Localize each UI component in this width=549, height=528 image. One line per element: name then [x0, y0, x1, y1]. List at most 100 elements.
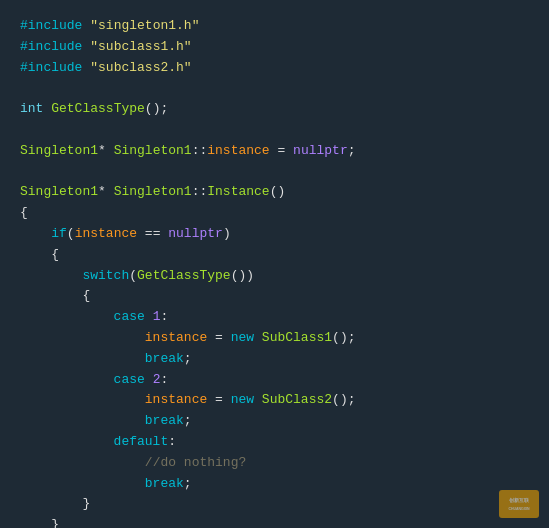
code-line: case 1:	[20, 307, 529, 328]
code-token: #include	[20, 58, 82, 79]
code-token: Singleton1	[20, 141, 98, 162]
code-line: default:	[20, 432, 529, 453]
svg-text:创新互联: 创新互联	[508, 497, 530, 503]
code-token: break	[20, 349, 184, 370]
code-token	[145, 307, 153, 328]
code-token	[145, 370, 153, 391]
code-token: //do nothing?	[145, 453, 246, 474]
code-token: =	[270, 141, 293, 162]
code-line: break;	[20, 349, 529, 370]
code-token: Singleton1	[114, 141, 192, 162]
code-token: ;	[184, 411, 192, 432]
code-token: ();	[332, 390, 355, 411]
code-line: //do nothing?	[20, 453, 529, 474]
code-token: #include	[20, 37, 82, 58]
code-token: instance	[20, 390, 207, 411]
code-block: #include "singleton1.h"#include "subclas…	[20, 16, 529, 528]
code-token	[82, 58, 90, 79]
code-line: }	[20, 494, 529, 515]
code-token: ();	[145, 99, 168, 120]
code-token: break	[20, 474, 184, 495]
code-token: Singleton1	[20, 182, 98, 203]
code-token: instance	[75, 224, 137, 245]
code-editor: #include "singleton1.h"#include "subclas…	[0, 0, 549, 528]
code-line: }	[20, 515, 529, 528]
code-line: break;	[20, 474, 529, 495]
code-token	[20, 453, 145, 474]
code-line	[20, 120, 529, 141]
watermark: 创新互联 CHUANGXIN	[499, 490, 539, 518]
code-token: if	[20, 224, 67, 245]
code-token: int	[20, 99, 43, 120]
code-token: nullptr	[168, 224, 223, 245]
code-line: instance = new SubClass1();	[20, 328, 529, 349]
code-token: *	[98, 182, 114, 203]
code-token: }	[20, 515, 59, 528]
code-token: 2	[153, 370, 161, 391]
svg-text:CHUANGXIN: CHUANGXIN	[508, 507, 530, 511]
code-token: break	[20, 411, 184, 432]
code-token: =	[207, 328, 230, 349]
code-token: #include	[20, 16, 82, 37]
code-token: :	[160, 307, 168, 328]
code-token: SubClass2	[262, 390, 332, 411]
code-line: #include "subclass1.h"	[20, 37, 529, 58]
code-token: {	[20, 203, 28, 224]
code-token: ())	[231, 266, 254, 287]
code-token: ()	[270, 182, 286, 203]
code-token: ==	[137, 224, 168, 245]
code-token: :	[160, 370, 168, 391]
code-line: instance = new SubClass2();	[20, 390, 529, 411]
code-token: (	[129, 266, 137, 287]
code-token	[254, 328, 262, 349]
code-token: {	[20, 245, 59, 266]
code-line: Singleton1* Singleton1::instance = nullp…	[20, 141, 529, 162]
code-token: 1	[153, 307, 161, 328]
svg-rect-0	[501, 492, 537, 516]
code-token: case	[20, 307, 145, 328]
code-line: #include "singleton1.h"	[20, 16, 529, 37]
code-token: =	[207, 390, 230, 411]
code-token: :	[168, 432, 176, 453]
code-token: *	[98, 141, 114, 162]
code-line: Singleton1* Singleton1::Instance()	[20, 182, 529, 203]
code-token: switch	[20, 266, 129, 287]
code-line: int GetClassType();	[20, 99, 529, 120]
code-token: Singleton1	[114, 182, 192, 203]
code-token: ();	[332, 328, 355, 349]
code-token: {	[20, 286, 90, 307]
code-line: {	[20, 286, 529, 307]
code-token: "singleton1.h"	[90, 16, 199, 37]
code-token: new	[231, 390, 254, 411]
code-token	[82, 37, 90, 58]
code-token: "subclass2.h"	[90, 58, 191, 79]
code-token: }	[20, 494, 90, 515]
code-token: new	[231, 328, 254, 349]
code-line: break;	[20, 411, 529, 432]
code-token	[43, 99, 51, 120]
code-token: ;	[184, 474, 192, 495]
code-token: )	[223, 224, 231, 245]
code-line: if(instance == nullptr)	[20, 224, 529, 245]
code-line	[20, 78, 529, 99]
code-token	[254, 390, 262, 411]
code-token: GetClassType	[137, 266, 231, 287]
code-token: nullptr	[293, 141, 348, 162]
code-token: (	[67, 224, 75, 245]
code-token: Instance	[207, 182, 269, 203]
code-line: switch(GetClassType())	[20, 266, 529, 287]
code-token: SubClass1	[262, 328, 332, 349]
code-token: default	[20, 432, 168, 453]
code-token: GetClassType	[51, 99, 145, 120]
code-token: ;	[184, 349, 192, 370]
code-line: {	[20, 245, 529, 266]
code-token: case	[20, 370, 145, 391]
code-token: ::	[192, 182, 208, 203]
watermark-logo: 创新互联 CHUANGXIN	[499, 490, 539, 518]
code-line: case 2:	[20, 370, 529, 391]
code-token	[82, 16, 90, 37]
code-token: instance	[207, 141, 269, 162]
code-line: {	[20, 203, 529, 224]
code-token: "subclass1.h"	[90, 37, 191, 58]
code-line: #include "subclass2.h"	[20, 58, 529, 79]
